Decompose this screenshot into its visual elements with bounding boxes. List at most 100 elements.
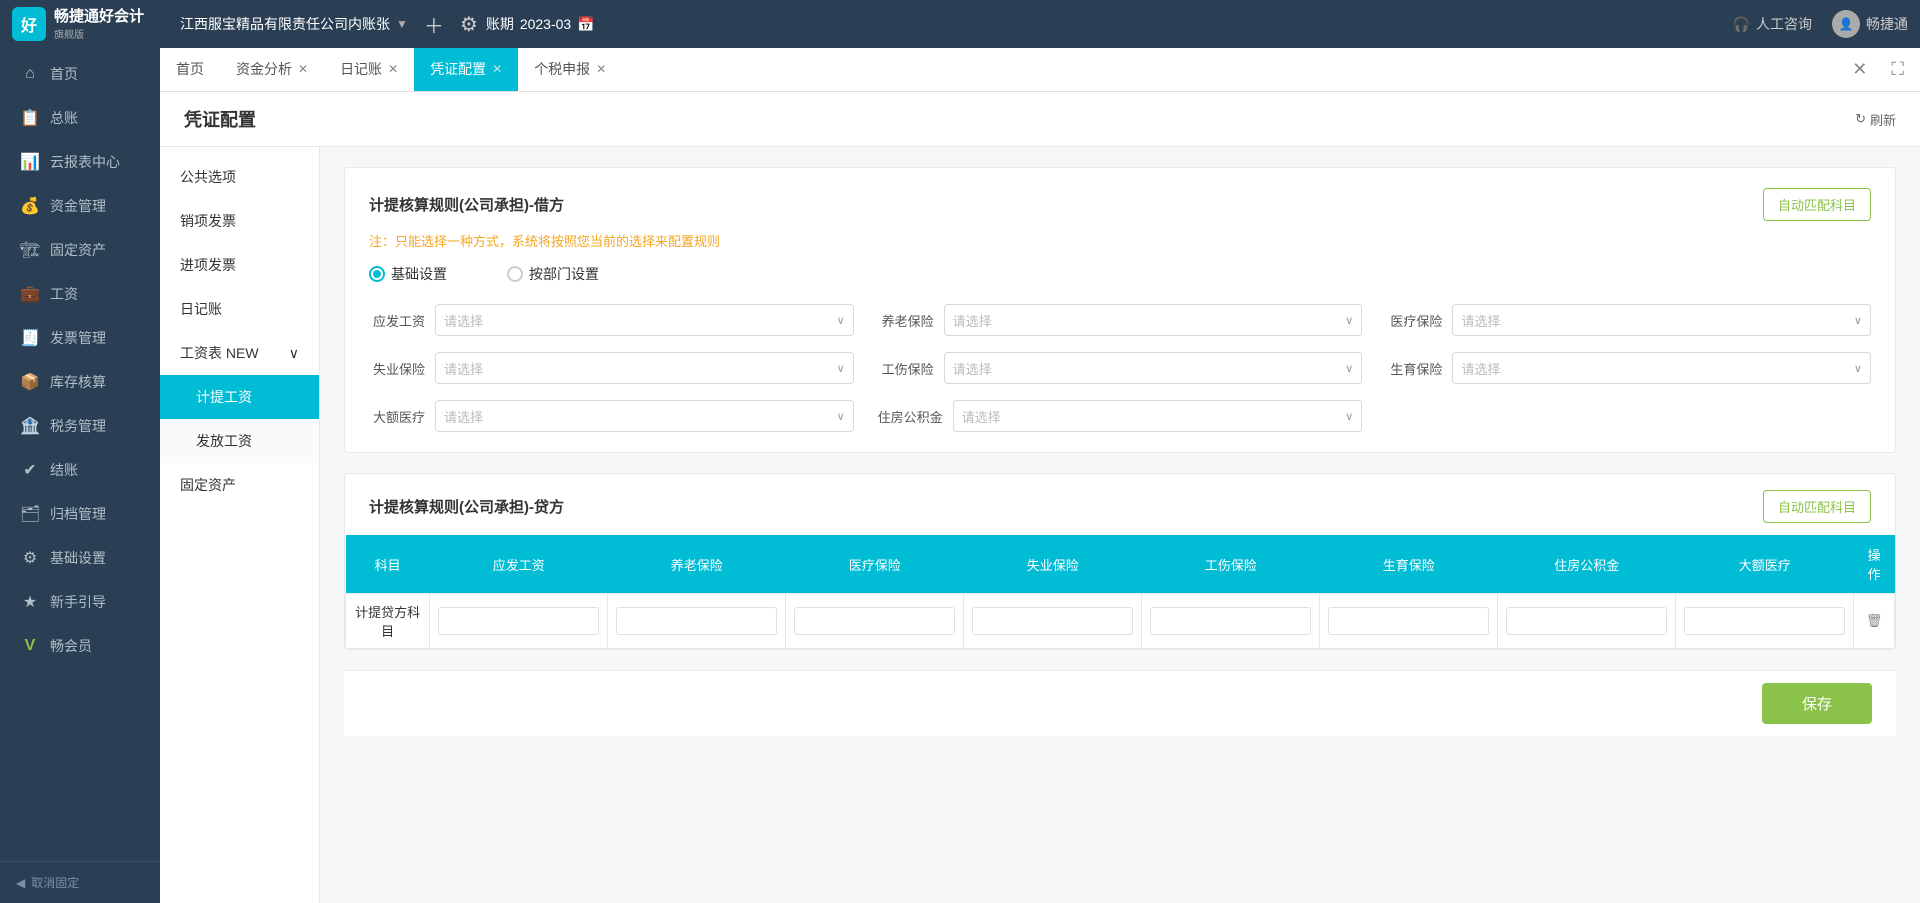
main-layout: ⌂ 首页 📋 总账 📊 云报表中心 💰 资金管理 🏗 固定资产 💼 工资 🧾 发… [0, 48, 1920, 903]
left-nav-sales[interactable]: 销项发票 [160, 199, 319, 243]
left-nav-journal[interactable]: 日记账 [160, 287, 319, 331]
company-selector[interactable]: 江西服宝精品有限责任公司内账张 ▼ [180, 14, 408, 34]
tab-tax-close[interactable]: ✕ [596, 62, 606, 76]
company-dropdown-arrow: ▼ [396, 17, 408, 31]
ai-consult[interactable]: 🎧 人工咨询 [1733, 14, 1812, 34]
tab-journal[interactable]: 日记账 ✕ [324, 48, 414, 91]
tab-capital[interactable]: 资金分析 ✕ [220, 48, 324, 91]
tab-capital-close[interactable]: ✕ [298, 62, 308, 76]
input-work-injury[interactable] [1150, 607, 1311, 635]
left-nav-salary-group[interactable]: 工资表 NEW ∨ [160, 331, 319, 375]
sidebar-item-inventory[interactable]: 📦 库存核算 [0, 360, 160, 404]
select-maternity[interactable]: 请选择 ∨ [1452, 352, 1871, 384]
label-maternity: 生育保险 [1386, 359, 1442, 378]
sidebar-item-guide[interactable]: ★ 新手引导 [0, 580, 160, 624]
left-nav-purchase[interactable]: 进项发票 [160, 243, 319, 287]
input-unemployment[interactable] [972, 607, 1133, 635]
tab-expand-button[interactable]: ⛶ [1883, 55, 1912, 84]
select-salary[interactable]: 请选择 ∨ [435, 304, 854, 336]
sidebar-item-reports[interactable]: 📊 云报表中心 [0, 140, 160, 184]
unpin-button[interactable]: ◀ 取消固定 [0, 861, 160, 903]
sidebar-label-home: 首页 [50, 64, 78, 84]
table-header-row: 科目 应发工资 养老保险 医疗保险 失业保险 工伤保险 生育保险 住房公积金 大… [346, 535, 1895, 594]
delete-icon[interactable]: 🗑 [1866, 613, 1883, 628]
sidebar-item-ledger[interactable]: 📋 总账 [0, 96, 160, 140]
select-big-medical[interactable]: 请选择 ∨ [435, 400, 854, 432]
select-housing-fund-arrow: ∨ [1345, 410, 1353, 423]
tab-tax[interactable]: 个税申报 ✕ [518, 48, 622, 91]
left-nav: 公共选项 销项发票 进项发票 日记账 工资表 NEW ∨ 计提工资 [160, 147, 320, 903]
page-title: 凭证配置 [184, 106, 256, 132]
input-medical[interactable] [794, 607, 955, 635]
radio-dept[interactable]: 按部门设置 [507, 264, 599, 284]
input-maternity[interactable] [1328, 607, 1489, 635]
row-action[interactable]: 🗑 [1854, 594, 1895, 649]
sidebar-label-inventory: 库存核算 [50, 372, 106, 392]
auto-match-button-1[interactable]: 自动匹配科目 [1763, 188, 1871, 221]
settings-icon: ⚙ [20, 548, 40, 568]
col-salary: 应发工资 [430, 535, 608, 594]
left-nav-fixed[interactable]: 固定资产 [160, 463, 319, 507]
row-housing-input[interactable] [1498, 594, 1676, 649]
sidebar-item-home[interactable]: ⌂ 首页 [0, 52, 160, 96]
company-name: 江西服宝精品有限责任公司内账张 [180, 14, 390, 34]
sidebar-item-tax[interactable]: 🏦 税务管理 [0, 404, 160, 448]
select-medical[interactable]: 请选择 ∨ [1452, 304, 1871, 336]
input-big-medical[interactable] [1684, 607, 1845, 635]
top-bar-actions: ＋ ⚙ [424, 10, 478, 39]
input-salary[interactable] [438, 607, 599, 635]
logo-icon: 好 [12, 7, 46, 41]
row-maternity-input[interactable] [1320, 594, 1498, 649]
row-unemployment-input[interactable] [964, 594, 1142, 649]
row-medical-input[interactable] [786, 594, 964, 649]
row-work-injury-input[interactable] [1142, 594, 1320, 649]
input-housing[interactable] [1506, 607, 1667, 635]
col-unemployment: 失业保险 [964, 535, 1142, 594]
left-nav-calc-salary[interactable]: 计提工资 [160, 375, 319, 419]
select-housing-fund[interactable]: 请选择 ∨ [953, 400, 1363, 432]
sidebar-item-settings[interactable]: ⚙ 基础设置 [0, 536, 160, 580]
unpin-label: 取消固定 [31, 874, 79, 891]
row-salary-input[interactable] [430, 594, 608, 649]
sidebar-item-capital[interactable]: 💰 资金管理 [0, 184, 160, 228]
col-action: 操作 [1854, 535, 1895, 594]
sidebar-item-fixed[interactable]: 🏗 固定资产 [0, 228, 160, 272]
row-pension-input[interactable] [608, 594, 786, 649]
sidebar-item-salary[interactable]: 💼 工资 [0, 272, 160, 316]
select-unemployment[interactable]: 请选择 ∨ [435, 352, 854, 384]
radio-basic[interactable]: 基础设置 [369, 264, 447, 284]
tab-voucher-close[interactable]: ✕ [492, 62, 502, 76]
voucher-layout: 公共选项 销项发票 进项发票 日记账 工资表 NEW ∨ 计提工资 [160, 147, 1920, 903]
sidebar-item-close[interactable]: ✔ 结账 [0, 448, 160, 492]
select-pension-arrow: ∨ [1345, 314, 1353, 327]
field-medical: 医疗保险 请选择 ∨ [1386, 304, 1871, 336]
left-nav-public[interactable]: 公共选项 [160, 155, 319, 199]
app-name: 畅捷通好会计 [54, 8, 144, 26]
tab-home[interactable]: 首页 [160, 48, 220, 91]
auto-match-button-2[interactable]: 自动匹配科目 [1763, 490, 1871, 523]
tab-close-button[interactable]: ✕ [1844, 55, 1875, 84]
period-selector[interactable]: 账期 2023-03 📅 [486, 14, 595, 34]
unpin-icon: ◀ [16, 876, 25, 890]
select-work-injury[interactable]: 请选择 ∨ [944, 352, 1363, 384]
refresh-label: 刷新 [1870, 110, 1896, 129]
label-salary: 应发工资 [369, 311, 425, 330]
save-button[interactable]: 保存 [1762, 683, 1872, 724]
calendar-icon[interactable]: 📅 [577, 16, 594, 33]
row-big-medical-input[interactable] [1676, 594, 1854, 649]
select-pension[interactable]: 请选择 ∨ [944, 304, 1363, 336]
left-nav-pay-salary[interactable]: 发放工资 [160, 419, 319, 463]
refresh-button[interactable]: ↻ 刷新 [1855, 110, 1896, 129]
sidebar-item-invoice[interactable]: 🧾 发票管理 [0, 316, 160, 360]
input-pension[interactable] [616, 607, 777, 635]
tab-journal-close[interactable]: ✕ [388, 62, 398, 76]
sidebar-item-archive[interactable]: 🗂 归档管理 [0, 492, 160, 536]
settings-button[interactable]: ⚙ [460, 12, 478, 37]
tab-voucher[interactable]: 凭证配置 ✕ [414, 48, 518, 91]
chevron-down-icon: ∨ [289, 345, 299, 362]
select-maternity-placeholder: 请选择 [1461, 359, 1500, 378]
user-profile[interactable]: 👤 畅捷通 [1832, 10, 1908, 38]
add-button[interactable]: ＋ [424, 10, 444, 39]
sidebar-item-member[interactable]: V 畅会员 [0, 624, 160, 668]
select-salary-placeholder: 请选择 [444, 311, 483, 330]
